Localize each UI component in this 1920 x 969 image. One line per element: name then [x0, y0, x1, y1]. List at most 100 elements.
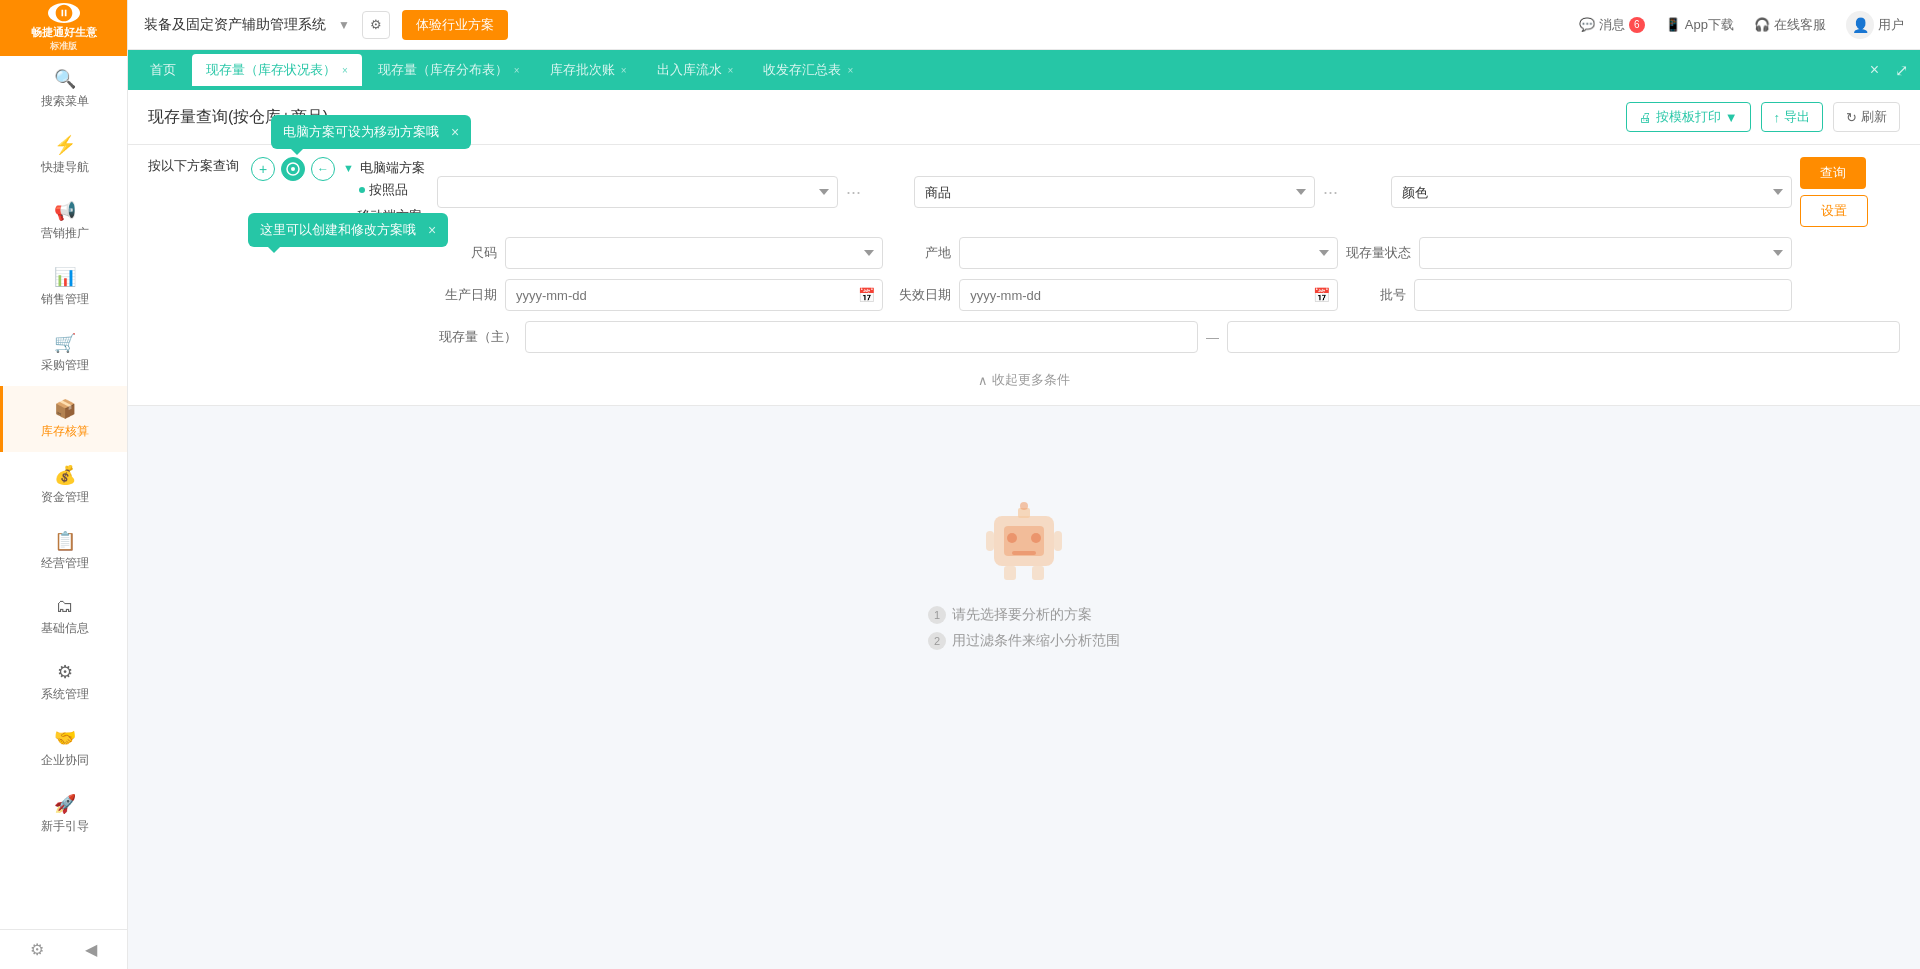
edit-scheme-btn[interactable]: [281, 157, 305, 181]
guide-icon: 🚀: [54, 793, 76, 815]
user-item[interactable]: 👤 用户: [1846, 11, 1904, 39]
message-item[interactable]: 💬 消息 6: [1579, 16, 1645, 34]
stock-status-select[interactable]: [1419, 237, 1792, 269]
settings-query-btn[interactable]: 设置: [1800, 195, 1868, 227]
headset-icon: 🎧: [1754, 17, 1770, 32]
tab-close-flow[interactable]: ×: [728, 65, 734, 76]
size-filter: 尺码: [437, 237, 883, 269]
svg-rect-10: [1054, 531, 1062, 551]
tooltip-create-scheme: 这里可以创建和修改方案哦 ×: [248, 213, 448, 247]
svg-rect-11: [1004, 566, 1016, 580]
prod-date-calendar-icon[interactable]: 📅: [858, 287, 875, 303]
sidebar-item-search[interactable]: 🔍 搜索菜单: [0, 56, 127, 122]
color-select[interactable]: 颜色: [1391, 176, 1792, 208]
origin-select[interactable]: [959, 237, 1337, 269]
sidebar-item-quick[interactable]: ⚡ 快捷导航: [0, 122, 127, 188]
size-select[interactable]: [505, 237, 883, 269]
svg-rect-6: [1012, 551, 1036, 555]
sidebar-item-operations[interactable]: 📋 经营管理: [0, 518, 127, 584]
tooltip1-close[interactable]: ×: [451, 124, 459, 140]
batch-input[interactable]: [1414, 279, 1792, 311]
sidebar-item-system[interactable]: ⚙ 系统管理: [0, 649, 127, 715]
tab-inventory-dist[interactable]: 现存量（库存分布表） ×: [364, 54, 534, 86]
back-scheme-btn[interactable]: ←: [311, 157, 335, 181]
filter-row4: 现存量（主） —: [437, 321, 1900, 353]
collapse-sidebar-btn[interactable]: ◀: [85, 940, 97, 959]
filter-right-fields: ··· 商品 ··· 颜色 查询 设置: [437, 157, 1900, 353]
sidebar-item-collab[interactable]: 🤝 企业协同: [0, 715, 127, 781]
tab-summary[interactable]: 收发存汇总表 ×: [749, 54, 867, 86]
tooltip2-close[interactable]: ×: [428, 222, 436, 238]
tab-flow[interactable]: 出入库流水 ×: [643, 54, 748, 86]
sidebar-label-sales: 销售管理: [41, 291, 89, 308]
filter-label: 按以下方案查询: [148, 157, 239, 175]
export-btn[interactable]: ↑ 导出: [1761, 102, 1824, 132]
warehouse-dots[interactable]: ···: [846, 182, 906, 203]
prod-date-label: 生产日期: [437, 286, 497, 304]
tab-batch[interactable]: 库存批次账 ×: [536, 54, 641, 86]
origin-filter: 产地: [891, 237, 1337, 269]
prod-date-input[interactable]: [505, 279, 883, 311]
sidebar-label-search: 搜索菜单: [41, 93, 89, 110]
sidebar-item-basic[interactable]: 🗂 基础信息: [0, 584, 127, 649]
industry-btn[interactable]: 体验行业方案: [402, 10, 508, 40]
online-service-item[interactable]: 🎧 在线客服: [1754, 16, 1826, 34]
sidebar-item-guide[interactable]: 🚀 新手引导: [0, 781, 127, 847]
expiry-date-input[interactable]: [959, 279, 1337, 311]
stock-main-max[interactable]: [1227, 321, 1900, 353]
tab-close-inventory-status[interactable]: ×: [342, 65, 348, 76]
expand-icon[interactable]: ▼: [343, 162, 354, 174]
svg-point-8: [1020, 502, 1028, 510]
system-name: 装备及固定资产辅助管理系统: [144, 16, 326, 34]
settings-btn[interactable]: ⚙: [30, 940, 44, 959]
expiry-date-calendar-icon[interactable]: 📅: [1313, 287, 1330, 303]
sidebar-bottom: ⚙ ◀: [0, 929, 127, 969]
stock-main-label: 现存量（主）: [437, 328, 517, 346]
logo-icon: [48, 3, 80, 23]
fullscreen-btn[interactable]: ⤢: [1891, 57, 1912, 84]
prod-date-wrap: 📅: [505, 279, 883, 311]
sidebar-item-finance[interactable]: 💰 资金管理: [0, 452, 127, 518]
sidebar-item-inventory[interactable]: 📦 库存核算: [0, 386, 127, 452]
add-scheme-btn[interactable]: +: [251, 157, 275, 181]
tooltip1-text: 电脑方案可设为移动方案哦: [283, 123, 439, 141]
expiry-date-wrap: 📅: [959, 279, 1337, 311]
search-btn[interactable]: 查询: [1800, 157, 1866, 189]
product-select[interactable]: 商品: [914, 176, 1315, 208]
search-icon: 🔍: [54, 68, 76, 90]
refresh-btn[interactable]: ↻ 刷新: [1833, 102, 1900, 132]
print-btn[interactable]: 🖨 按模板打印 ▼: [1626, 102, 1751, 132]
svg-point-1: [291, 167, 295, 171]
stock-status-filter: 现存量状态: [1346, 237, 1792, 269]
warehouse-select[interactable]: [437, 176, 838, 208]
close-all-tabs-btn[interactable]: ×: [1866, 57, 1883, 83]
prod-date-filter: 生产日期 📅: [437, 279, 883, 311]
tab-close-inventory-dist[interactable]: ×: [514, 65, 520, 76]
svg-rect-12: [1032, 566, 1044, 580]
stock-main-min[interactable]: [525, 321, 1198, 353]
sidebar-item-sales[interactable]: 📊 销售管理: [0, 254, 127, 320]
tab-inventory-status[interactable]: 现存量（库存状况表） ×: [192, 54, 362, 86]
empty-illustration: [974, 486, 1074, 586]
tab-home[interactable]: 首页: [136, 61, 190, 79]
message-label: 消息: [1599, 16, 1625, 34]
stock-separator: —: [1206, 330, 1219, 345]
app-download-item[interactable]: 📱 App下载: [1665, 16, 1734, 34]
collapse-btn[interactable]: ∧ 收起更多条件: [978, 371, 1070, 389]
app-download-label: App下载: [1685, 16, 1734, 34]
system-dropdown-icon[interactable]: ▼: [338, 18, 350, 32]
sidebar-item-purchase[interactable]: 🛒 采购管理: [0, 320, 127, 386]
empty-state: 1 请先选择要分析的方案 2 用过滤条件来缩小分析范围: [128, 406, 1920, 738]
sidebar-item-marketing[interactable]: 📢 营销推广: [0, 188, 127, 254]
expiry-date-label: 失效日期: [891, 286, 951, 304]
settings-button[interactable]: ⚙: [362, 11, 390, 39]
sidebar-label-quick: 快捷导航: [41, 159, 89, 176]
tab-summary-label: 收发存汇总表: [763, 61, 841, 79]
tab-close-batch[interactable]: ×: [621, 65, 627, 76]
product-dots[interactable]: ···: [1323, 182, 1383, 203]
svg-point-5: [1031, 533, 1041, 543]
tab-close-summary[interactable]: ×: [847, 65, 853, 76]
tooltip2-text: 这里可以创建和修改方案哦: [260, 221, 416, 239]
scheme-pc-child[interactable]: 按照品: [359, 179, 425, 201]
header-right: 💬 消息 6 📱 App下载 🎧 在线客服 👤 用户: [1579, 11, 1904, 39]
